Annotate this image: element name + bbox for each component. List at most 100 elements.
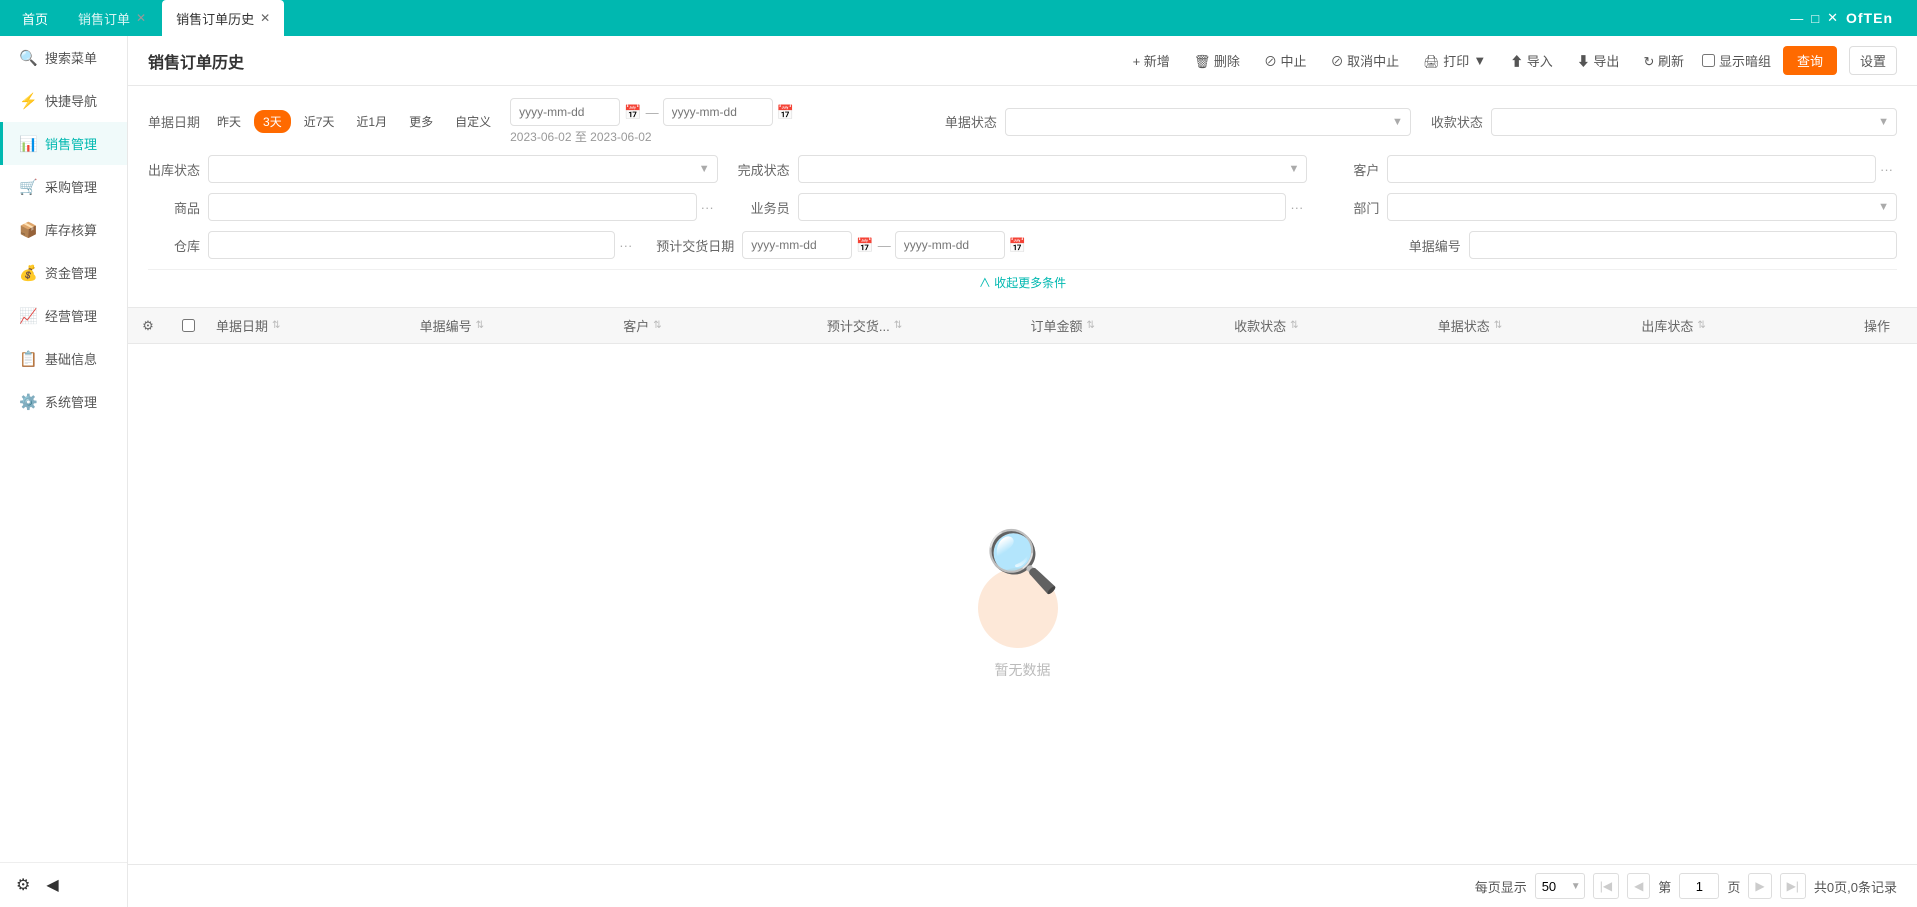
tab-sales-order-close[interactable]: ✕ <box>136 11 146 25</box>
print-button[interactable]: 🖨 打印 ▼ <box>1417 47 1492 74</box>
collapse-label: ∧ 收起更多条件 <box>979 276 1066 290</box>
settings-button[interactable]: 设置 <box>1849 46 1897 75</box>
per-page-select[interactable]: 50 10 20 100 <box>1535 873 1585 899</box>
sidebar-item-quick-nav[interactable]: ⚡ 快捷导航 <box>0 79 127 122</box>
date-btn-custom[interactable]: 自定义 <box>446 110 500 133</box>
date-group: 昨天 3天 近7天 近1月 更多 自定义 📅 — <box>208 98 925 145</box>
delete-button[interactable]: 🗑 删除 <box>1188 47 1246 74</box>
display-cols-checkbox[interactable] <box>1702 54 1715 67</box>
tab-sales-order-history-close[interactable]: ✕ <box>260 11 270 25</box>
collapse-bar[interactable]: ∧ 收起更多条件 <box>148 269 1897 295</box>
th-amount[interactable]: 订单金额 ⇅ <box>1023 316 1227 335</box>
date-btn-yesterday[interactable]: 昨天 <box>208 110 250 133</box>
expected-delivery-to-cal[interactable]: 📅 <box>1009 237 1026 254</box>
dept-select-wrapper: ▼ <box>1387 193 1897 221</box>
last-page-button[interactable]: ▶| <box>1780 873 1806 899</box>
window-maximize[interactable]: □ <box>1811 11 1819 26</box>
date-btn-3days[interactable]: 3天 <box>254 110 291 133</box>
cancel-stop-button[interactable]: ⊘ 取消中止 <box>1325 47 1406 74</box>
date-to-cal-icon[interactable]: 📅 <box>777 104 794 121</box>
date-btn-7days[interactable]: 近7天 <box>295 110 344 133</box>
query-button[interactable]: 查询 <box>1783 46 1837 75</box>
prev-page-button[interactable]: ◀ <box>1627 873 1650 899</box>
date-btn-1month[interactable]: 近1月 <box>347 110 396 133</box>
next-page-button[interactable]: ▶ <box>1748 873 1771 899</box>
import-button[interactable]: ⬆ 导入 <box>1504 47 1559 74</box>
salesperson-more-btn[interactable]: ··· <box>1286 200 1307 215</box>
dept-select[interactable] <box>1387 193 1897 221</box>
th-settings[interactable]: ⚙ <box>128 318 168 334</box>
th-checkbox[interactable] <box>168 319 208 332</box>
warehouse-more-btn[interactable]: ··· <box>615 238 636 253</box>
display-cols-toggle[interactable]: 显示暗组 <box>1702 51 1771 70</box>
expected-delivery-label: 预计交货日期 <box>656 236 742 255</box>
operations-icon: 📈 <box>19 307 37 325</box>
expected-delivery-to[interactable] <box>895 231 1005 259</box>
warehouse-input[interactable] <box>208 231 615 259</box>
export-button[interactable]: ⬇ 导出 <box>1571 47 1626 74</box>
th-status[interactable]: 单据状态 ⇅ <box>1430 316 1634 335</box>
sidebar-item-finance[interactable]: 💰 资金管理 <box>0 251 127 294</box>
date-btn-more[interactable]: 更多 <box>400 110 442 133</box>
date-from-input[interactable] <box>510 98 620 126</box>
date-from-cal-icon[interactable]: 📅 <box>624 104 641 121</box>
window-close[interactable]: ✕ <box>1827 10 1838 26</box>
th-customer[interactable]: 客户 ⇅ <box>615 316 819 335</box>
tab-home[interactable]: 首页 <box>8 0 62 36</box>
table-body: 🔍 暂无数据 <box>128 344 1917 864</box>
expected-delivery-from[interactable] <box>742 231 852 259</box>
query-label: 查询 <box>1797 51 1823 70</box>
receipt-status-label: 单据状态 <box>945 112 1005 131</box>
sidebar-settings-icon[interactable]: ⚙ <box>16 875 30 895</box>
filter-row-3: 商品 ··· 业务员 ··· 部门 ▼ <box>148 193 1897 221</box>
th-out-status[interactable]: 出库状态 ⇅ <box>1633 316 1837 335</box>
goods-more-btn[interactable]: ··· <box>697 200 718 215</box>
sidebar-item-label: 系统管理 <box>45 392 97 411</box>
salesperson-input[interactable] <box>798 193 1287 221</box>
window-minimize[interactable]: — <box>1790 11 1803 26</box>
filter-delivery-status: 出库状态 ▼ <box>148 155 718 183</box>
payment-status-label: 收款状态 <box>1431 112 1491 131</box>
th-payment[interactable]: 收款状态 ⇅ <box>1226 316 1430 335</box>
settings-gear-icon[interactable]: ⚙ <box>142 318 154 334</box>
page-number-input[interactable] <box>1679 873 1719 899</box>
th-date-sort-icon: ⇅ <box>272 320 280 331</box>
th-no[interactable]: 单据编号 ⇅ <box>412 316 616 335</box>
sidebar-item-sys-mgmt[interactable]: ⚙️ 系统管理 <box>0 380 127 423</box>
sidebar-item-purchase-mgmt[interactable]: 🛒 采购管理 <box>0 165 127 208</box>
sidebar-collapse-icon[interactable]: ◀ <box>46 875 58 895</box>
completion-status-select[interactable] <box>798 155 1308 183</box>
customer-input[interactable] <box>1387 155 1876 183</box>
date-to-input[interactable] <box>663 98 773 126</box>
sidebar-item-sales-mgmt[interactable]: 📊 销售管理 <box>0 122 127 165</box>
tab-bar: 首页 销售订单 ✕ 销售订单历史 ✕ <box>8 0 1790 36</box>
filter-expected-delivery: 预计交货日期 📅 — 📅 <box>656 231 1388 259</box>
delivery-status-select[interactable] <box>208 155 718 183</box>
first-page-button[interactable]: |◀ <box>1593 873 1619 899</box>
th-date[interactable]: 单据日期 ⇅ <box>208 316 412 335</box>
tab-sales-order[interactable]: 销售订单 ✕ <box>64 0 160 36</box>
refresh-button[interactable]: ↻ 刷新 <box>1637 47 1690 74</box>
payment-status-select[interactable] <box>1491 108 1897 136</box>
completion-status-label: 完成状态 <box>738 160 798 179</box>
import-label: ⬆ 导入 <box>1510 51 1553 70</box>
table-header: ⚙ 单据日期 ⇅ 单据编号 ⇅ 客户 ⇅ 预计交货... <box>128 308 1917 344</box>
sidebar-item-inventory[interactable]: 📦 库存核算 <box>0 208 127 251</box>
sys-mgmt-icon: ⚙️ <box>19 393 37 411</box>
receipt-no-input[interactable] <box>1469 231 1897 259</box>
total-text: 共0页,0条记录 <box>1814 877 1897 896</box>
select-all-checkbox[interactable] <box>182 319 195 332</box>
new-button[interactable]: + 新增 <box>1127 47 1176 74</box>
stop-button[interactable]: ⊘ 中止 <box>1258 47 1313 74</box>
expected-delivery-from-cal[interactable]: 📅 <box>856 237 873 254</box>
tab-sales-order-history[interactable]: 销售订单历史 ✕ <box>162 0 284 36</box>
display-cols-label: 显示暗组 <box>1719 51 1771 70</box>
receipt-status-select[interactable] <box>1005 108 1411 136</box>
sidebar-item-operations[interactable]: 📈 经营管理 <box>0 294 127 337</box>
th-amount-sort-icon: ⇅ <box>1087 320 1095 331</box>
sidebar-item-base-info[interactable]: 📋 基础信息 <box>0 337 127 380</box>
th-delivery[interactable]: 预计交货... ⇅ <box>819 316 1023 335</box>
sidebar-item-search-menu[interactable]: 🔍 搜索菜单 <box>0 36 127 79</box>
goods-input[interactable] <box>208 193 697 221</box>
customer-more-btn[interactable]: ··· <box>1876 162 1897 177</box>
